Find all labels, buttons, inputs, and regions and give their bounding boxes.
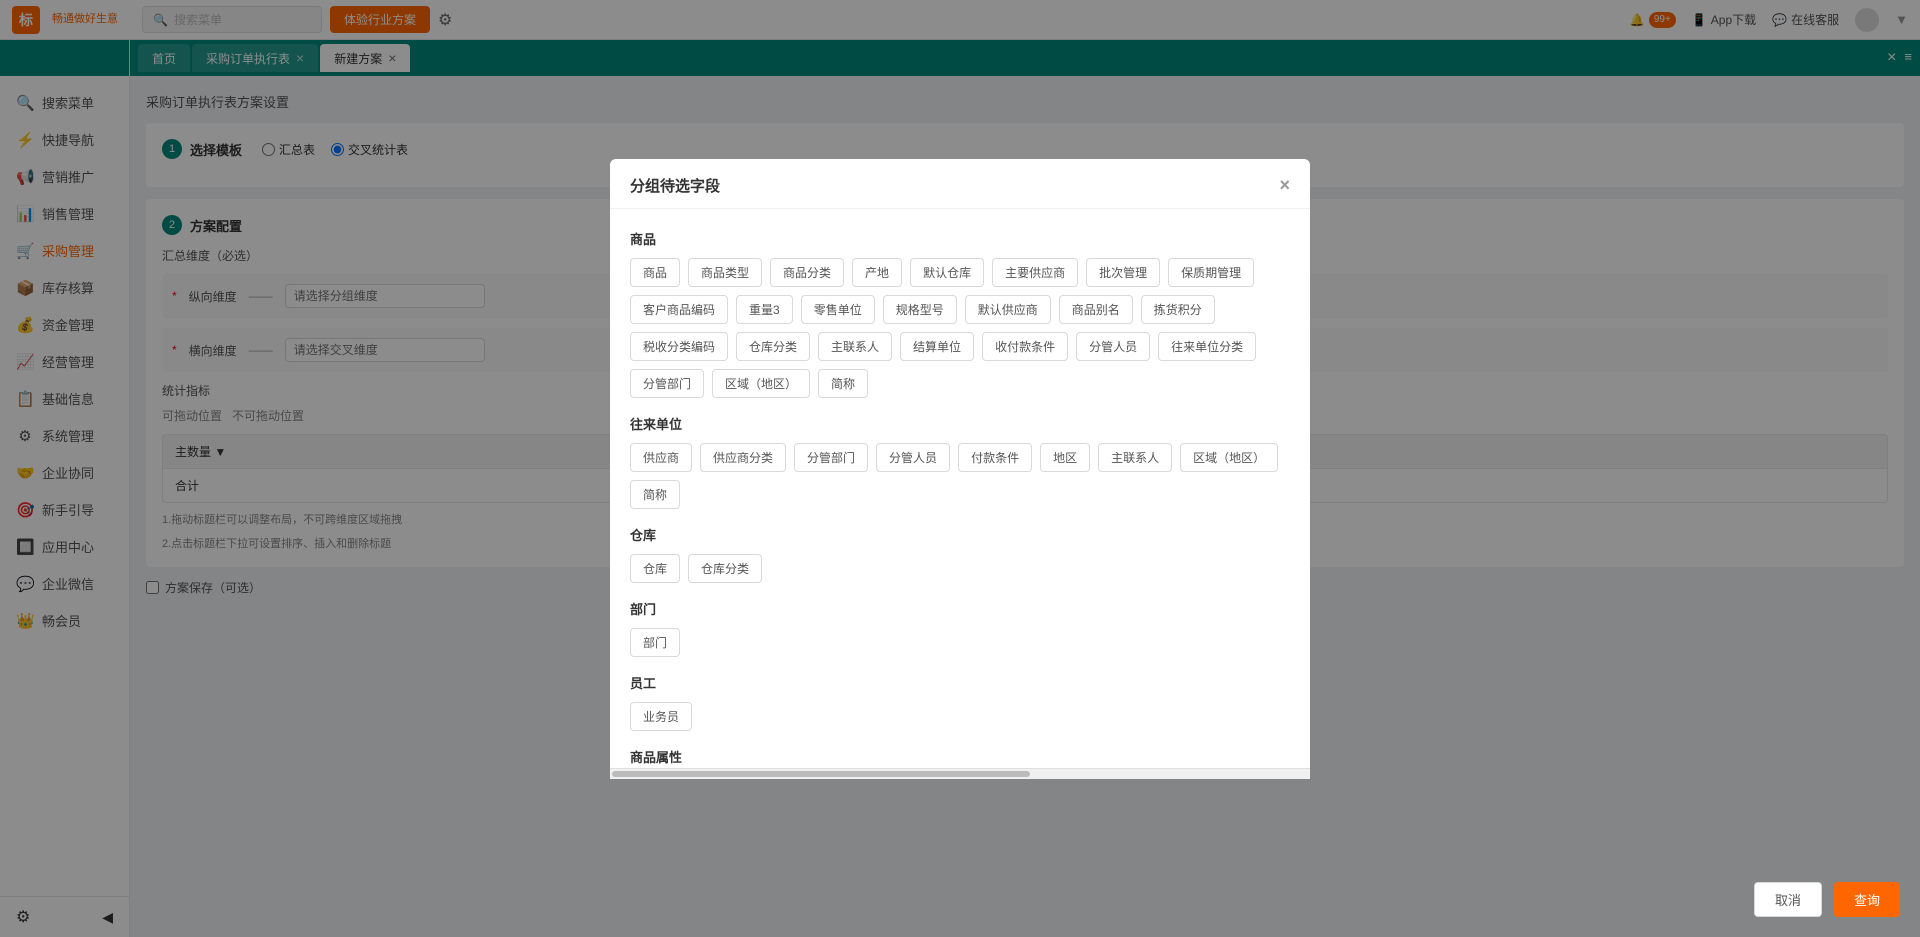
warehouse-fields: 仓库 仓库分类 bbox=[630, 554, 1290, 583]
field-supervisor[interactable]: 分管人员 bbox=[1076, 332, 1150, 361]
field-warehouse-cat[interactable]: 仓库分类 bbox=[688, 554, 762, 583]
dialog-close-button[interactable]: × bbox=[1279, 176, 1290, 194]
dialog-body: 商品 商品 商品类型 商品分类 产地 默认仓库 主要供应商 批次管理 保质期管理… bbox=[610, 209, 1310, 769]
field-main-contact-partner[interactable]: 主联系人 bbox=[1098, 443, 1172, 472]
field-department[interactable]: 部门 bbox=[630, 628, 680, 657]
field-dept-manage[interactable]: 分管部门 bbox=[794, 443, 868, 472]
field-customer-code[interactable]: 客户商品编码 bbox=[630, 295, 728, 324]
section-product-title: 商品 bbox=[630, 229, 1290, 248]
field-default-supplier[interactable]: 默认供应商 bbox=[965, 295, 1051, 324]
section-product-attr-title: 商品属性 bbox=[630, 747, 1290, 766]
field-default-warehouse[interactable]: 默认仓库 bbox=[910, 258, 984, 287]
field-partner-category[interactable]: 往来单位分类 bbox=[1158, 332, 1256, 361]
section-department-title: 部门 bbox=[630, 599, 1290, 618]
field-abbr-product[interactable]: 简称 bbox=[818, 369, 868, 398]
employee-fields: 业务员 bbox=[630, 702, 1290, 731]
dialog-overlay: 分组待选字段 × 商品 商品 商品类型 商品分类 产地 默认仓库 主要供应商 批… bbox=[0, 0, 1920, 937]
section-department: 部门 部门 bbox=[630, 599, 1290, 657]
department-fields: 部门 bbox=[630, 628, 1290, 657]
field-abbr-partner[interactable]: 简称 bbox=[630, 480, 680, 509]
section-partner-title: 往来单位 bbox=[630, 414, 1290, 433]
field-person-manage[interactable]: 分管人员 bbox=[876, 443, 950, 472]
field-product-category[interactable]: 商品分类 bbox=[770, 258, 844, 287]
field-product[interactable]: 商品 bbox=[630, 258, 680, 287]
field-warehouse-category[interactable]: 仓库分类 bbox=[736, 332, 810, 361]
confirm-button[interactable]: 查询 bbox=[1834, 882, 1900, 917]
field-main-contact[interactable]: 主联系人 bbox=[818, 332, 892, 361]
field-shelf-life[interactable]: 保质期管理 bbox=[1168, 258, 1254, 287]
footer-buttons: 取消 查询 bbox=[1754, 882, 1900, 917]
field-warehouse[interactable]: 仓库 bbox=[630, 554, 680, 583]
section-employee: 员工 业务员 bbox=[630, 673, 1290, 731]
field-salesperson[interactable]: 业务员 bbox=[630, 702, 692, 731]
field-origin[interactable]: 产地 bbox=[852, 258, 902, 287]
dialog: 分组待选字段 × 商品 商品 商品类型 商品分类 产地 默认仓库 主要供应商 批… bbox=[610, 159, 1310, 779]
section-product: 商品 商品 商品类型 商品分类 产地 默认仓库 主要供应商 批次管理 保质期管理… bbox=[630, 229, 1290, 398]
dialog-header: 分组待选字段 × bbox=[610, 159, 1310, 209]
field-payment-terms[interactable]: 收付款条件 bbox=[982, 332, 1068, 361]
section-partner: 往来单位 供应商 供应商分类 分管部门 分管人员 付款条件 地区 主联系人 区域… bbox=[630, 414, 1290, 509]
field-payment-cond[interactable]: 付款条件 bbox=[958, 443, 1032, 472]
field-pick-points[interactable]: 拣货积分 bbox=[1141, 295, 1215, 324]
field-batch-manage[interactable]: 批次管理 bbox=[1086, 258, 1160, 287]
field-supplier-category[interactable]: 供应商分类 bbox=[700, 443, 786, 472]
field-weight3[interactable]: 重量3 bbox=[736, 295, 793, 324]
field-settlement-unit[interactable]: 结算单位 bbox=[900, 332, 974, 361]
field-supervise-dept[interactable]: 分管部门 bbox=[630, 369, 704, 398]
field-product-alias[interactable]: 商品别名 bbox=[1059, 295, 1133, 324]
field-spec-model[interactable]: 规格型号 bbox=[883, 295, 957, 324]
field-main-supplier[interactable]: 主要供应商 bbox=[992, 258, 1078, 287]
cancel-button[interactable]: 取消 bbox=[1754, 882, 1822, 917]
partner-fields: 供应商 供应商分类 分管部门 分管人员 付款条件 地区 主联系人 区域（地区） … bbox=[630, 443, 1290, 509]
field-retail-unit[interactable]: 零售单位 bbox=[801, 295, 875, 324]
dialog-hscrollbar[interactable] bbox=[610, 768, 1310, 778]
field-region-product[interactable]: 区域（地区） bbox=[712, 369, 810, 398]
section-warehouse-title: 仓库 bbox=[630, 525, 1290, 544]
product-fields: 商品 商品类型 商品分类 产地 默认仓库 主要供应商 批次管理 保质期管理 客户… bbox=[630, 258, 1290, 398]
field-product-type[interactable]: 商品类型 bbox=[688, 258, 762, 287]
field-supplier[interactable]: 供应商 bbox=[630, 443, 692, 472]
section-product-attr: 商品属性 属性 颜色 多规格 尺码 鞋码 1 bbox=[630, 747, 1290, 769]
field-region-district[interactable]: 区域（地区） bbox=[1180, 443, 1278, 472]
field-tax-code[interactable]: 税收分类编码 bbox=[630, 332, 728, 361]
dialog-title: 分组待选字段 bbox=[630, 175, 720, 196]
section-warehouse: 仓库 仓库 仓库分类 bbox=[630, 525, 1290, 583]
field-region-partner[interactable]: 地区 bbox=[1040, 443, 1090, 472]
section-employee-title: 员工 bbox=[630, 673, 1290, 692]
hscrollbar-thumb[interactable] bbox=[612, 771, 1030, 777]
